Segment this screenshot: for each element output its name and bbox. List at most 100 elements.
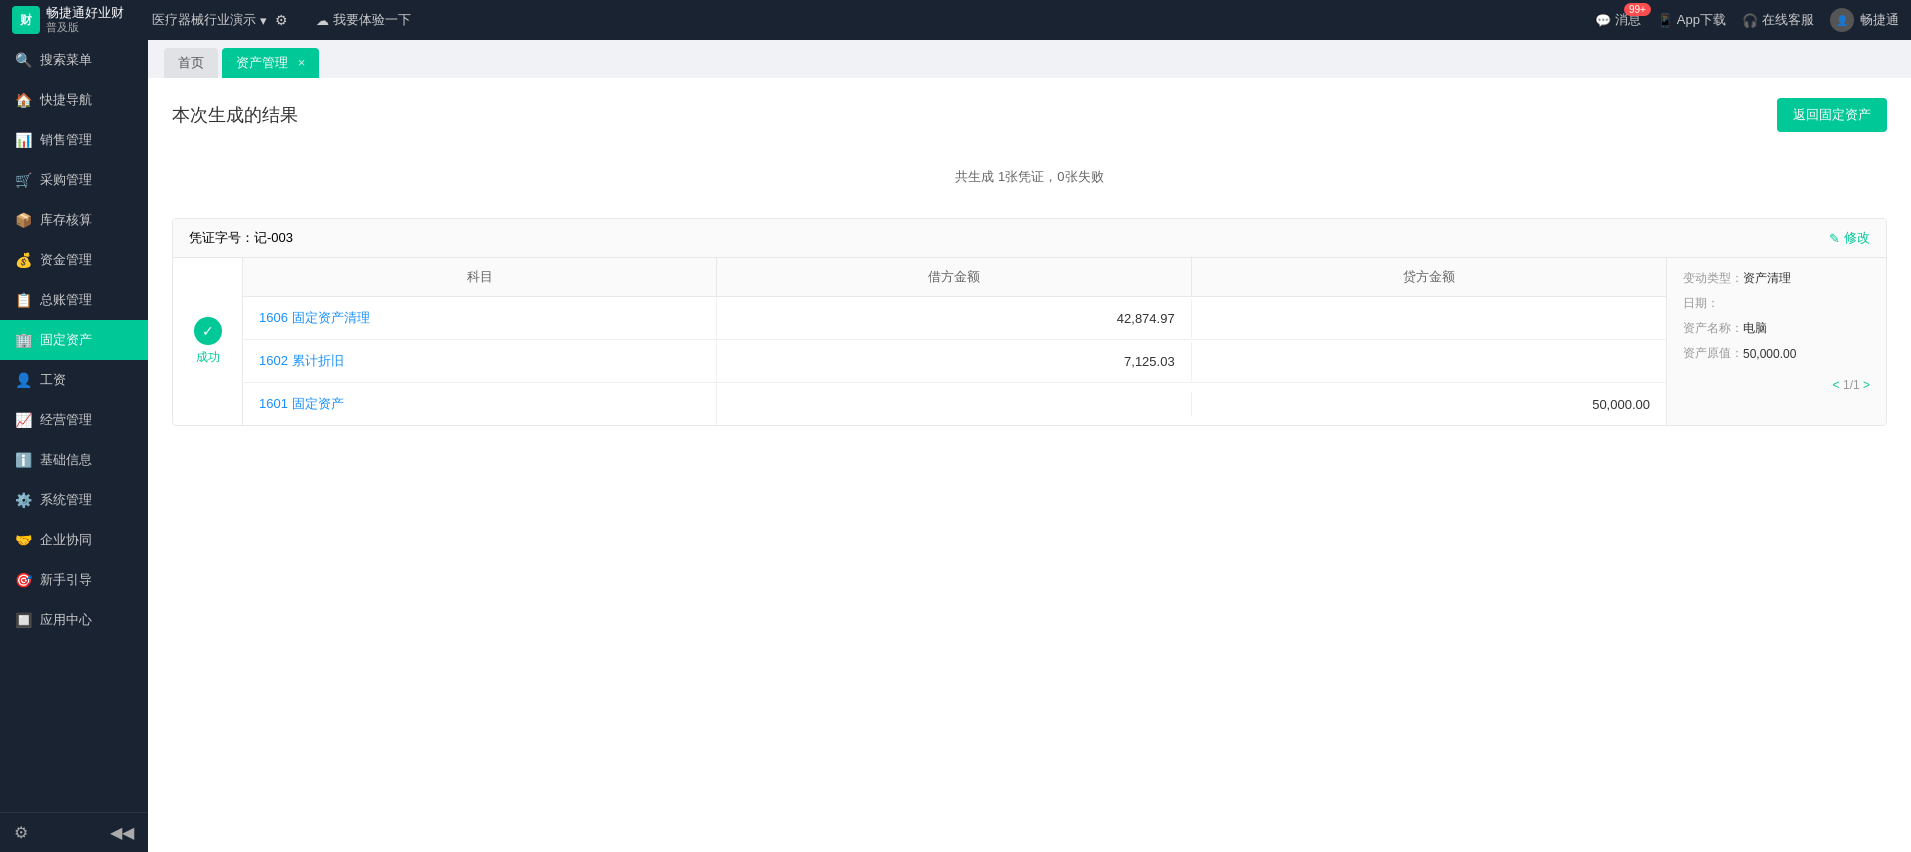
fixed-assets-icon: 🏢 <box>14 331 32 349</box>
sidebar-item-search[interactable]: 🔍 搜索菜单 <box>0 40 148 80</box>
sidebar-item-inventory[interactable]: 📦 库存核算 <box>0 200 148 240</box>
tab-close-icon[interactable]: × <box>298 55 306 70</box>
sidebar-label-ledger: 总账管理 <box>40 291 92 309</box>
funds-icon: 💰 <box>14 251 32 269</box>
sidebar-item-ledger[interactable]: 📋 总账管理 <box>0 280 148 320</box>
side-panel-date: 日期： <box>1683 295 1870 312</box>
tab-home[interactable]: 首页 <box>164 48 218 78</box>
voucher-edit-button[interactable]: ✎ 修改 <box>1829 229 1870 247</box>
td-subject-1[interactable]: 1606 固定资产清理 <box>243 297 717 339</box>
sidebar-label-basic-info: 基础信息 <box>40 451 92 469</box>
logo-icon: 财 <box>12 6 40 34</box>
sidebar-label-funds: 资金管理 <box>40 251 92 269</box>
sidebar-label-guide: 新手引导 <box>40 571 92 589</box>
voucher-card: 凭证字号：记-003 ✎ 修改 ✓ 成功 <box>172 218 1887 426</box>
home-icon: 🏠 <box>14 91 32 109</box>
topbar: 财 畅捷通好业财 普及版 医疗器械行业演示 ▾ ⚙ ☁ 我要体验一下 💬 消息 … <box>0 0 1911 40</box>
asset-name-value: 电脑 <box>1743 320 1767 337</box>
pagination: < 1/1 > <box>1683 378 1870 392</box>
app-icon: 📱 <box>1657 13 1673 28</box>
sidebar-label-fixed-assets: 固定资产 <box>40 331 92 349</box>
logo-text-block: 畅捷通好业财 普及版 <box>46 5 124 36</box>
sidebar-item-operations[interactable]: 📈 经营管理 <box>0 400 148 440</box>
sidebar-item-sales[interactable]: 📊 销售管理 <box>0 120 148 160</box>
change-type-label: 变动类型： <box>1683 270 1743 287</box>
td-credit-1 <box>1192 306 1666 330</box>
td-subject-3[interactable]: 1601 固定资产 <box>243 383 717 425</box>
td-credit-2 <box>1192 349 1666 373</box>
company-selector[interactable]: 医疗器械行业演示 ▾ ⚙ <box>152 11 288 29</box>
search-icon: 🔍 <box>14 51 32 69</box>
date-label: 日期： <box>1683 295 1743 312</box>
cloud-icon: ☁ <box>316 13 329 28</box>
td-credit-3: 50,000.00 <box>1192 385 1666 424</box>
side-panel-asset-value: 资产原值： 50,000.00 <box>1683 345 1870 362</box>
page-content: 本次生成的结果 返回固定资产 共生成 1张凭证，0张失败 凭证字号：记-003 … <box>148 78 1911 852</box>
sidebar-item-fixed-assets[interactable]: 🏢 固定资产 <box>0 320 148 360</box>
logo-title: 畅捷通好业财 <box>46 5 124 21</box>
side-panel-change-type: 变动类型： 资产清理 <box>1683 270 1870 287</box>
sidebar-bottom: ⚙ ◀◀ <box>0 812 148 852</box>
tab-asset-management[interactable]: 资产管理 × <box>222 48 319 78</box>
company-name: 医疗器械行业演示 <box>152 11 256 29</box>
side-panel-asset-name: 资产名称： 电脑 <box>1683 320 1870 337</box>
settings-icon[interactable]: ⚙ <box>275 12 288 28</box>
sidebar-label-quick-nav: 快捷导航 <box>40 91 92 109</box>
prev-page-button[interactable]: < <box>1833 378 1840 392</box>
table-header: 科目 借方金额 贷方金额 <box>243 258 1666 297</box>
sidebar-item-system[interactable]: ⚙️ 系统管理 <box>0 480 148 520</box>
username: 畅捷通 <box>1860 11 1899 29</box>
return-button[interactable]: 返回固定资产 <box>1777 98 1887 132</box>
sidebar-label-search: 搜索菜单 <box>40 51 92 69</box>
experience-label: 我要体验一下 <box>333 11 411 29</box>
sidebar-label-purchase: 采购管理 <box>40 171 92 189</box>
voucher-number: 凭证字号：记-003 <box>189 229 293 247</box>
sidebar-item-purchase[interactable]: 🛒 采购管理 <box>0 160 148 200</box>
th-subject: 科目 <box>243 258 717 296</box>
asset-name-label: 资产名称： <box>1683 320 1743 337</box>
sidebar-settings-icon[interactable]: ⚙ <box>14 823 28 842</box>
sidebar-item-app-center[interactable]: 🔲 应用中心 <box>0 600 148 640</box>
asset-value-value: 50,000.00 <box>1743 347 1796 361</box>
dropdown-icon: ▾ <box>260 13 267 28</box>
sidebar-collapse-icon[interactable]: ◀◀ <box>110 823 134 842</box>
app-download-button[interactable]: 📱 App下载 <box>1657 11 1726 29</box>
page-header: 本次生成的结果 返回固定资产 <box>172 98 1887 132</box>
payroll-icon: 👤 <box>14 371 32 389</box>
app-center-icon: 🔲 <box>14 611 32 629</box>
tab-home-label: 首页 <box>178 55 204 70</box>
sidebar-item-basic-info[interactable]: ℹ️ 基础信息 <box>0 440 148 480</box>
headset-icon: 🎧 <box>1742 13 1758 28</box>
summary-line: 共生成 1张凭证，0张失败 <box>172 152 1887 202</box>
change-type-value: 资产清理 <box>1743 270 1791 287</box>
sidebar-label-system: 系统管理 <box>40 491 92 509</box>
customer-service-button[interactable]: 🎧 在线客服 <box>1742 11 1814 29</box>
td-debit-1: 42,874.97 <box>717 299 1191 338</box>
next-page-button[interactable]: > <box>1863 378 1870 392</box>
sidebar-item-enterprise[interactable]: 🤝 企业协同 <box>0 520 148 560</box>
sidebar-label-enterprise: 企业协同 <box>40 531 92 549</box>
voucher-body: ✓ 成功 科目 借方金额 贷方金额 1606 固定资产清理 <box>173 258 1886 425</box>
status-text: 成功 <box>196 349 220 366</box>
sidebar-item-funds[interactable]: 💰 资金管理 <box>0 240 148 280</box>
user-menu[interactable]: 👤 畅捷通 <box>1830 8 1899 32</box>
purchase-icon: 🛒 <box>14 171 32 189</box>
table-row: 1606 固定资产清理 42,874.97 <box>243 297 1666 340</box>
voucher-header: 凭证字号：记-003 ✎ 修改 <box>173 219 1886 258</box>
table-row: 1602 累计折旧 7,125.03 <box>243 340 1666 383</box>
sidebar-label-inventory: 库存核算 <box>40 211 92 229</box>
edit-label: 修改 <box>1844 229 1870 247</box>
sidebar-item-guide[interactable]: 🎯 新手引导 <box>0 560 148 600</box>
td-subject-2[interactable]: 1602 累计折旧 <box>243 340 717 382</box>
main-layout: 🔍 搜索菜单 🏠 快捷导航 📊 销售管理 🛒 采购管理 📦 库存核算 💰 资金管… <box>0 40 1911 852</box>
sidebar-label-operations: 经营管理 <box>40 411 92 429</box>
inventory-icon: 📦 <box>14 211 32 229</box>
status-column: ✓ 成功 <box>173 258 243 425</box>
sidebar: 🔍 搜索菜单 🏠 快捷导航 📊 销售管理 🛒 采购管理 📦 库存核算 💰 资金管… <box>0 40 148 852</box>
guide-icon: 🎯 <box>14 571 32 589</box>
sidebar-item-quick-nav[interactable]: 🏠 快捷导航 <box>0 80 148 120</box>
notifications-button[interactable]: 💬 消息 99+ <box>1595 11 1641 29</box>
experience-button[interactable]: ☁ 我要体验一下 <box>316 11 411 29</box>
page-title: 本次生成的结果 <box>172 103 298 127</box>
sidebar-item-payroll[interactable]: 👤 工资 <box>0 360 148 400</box>
